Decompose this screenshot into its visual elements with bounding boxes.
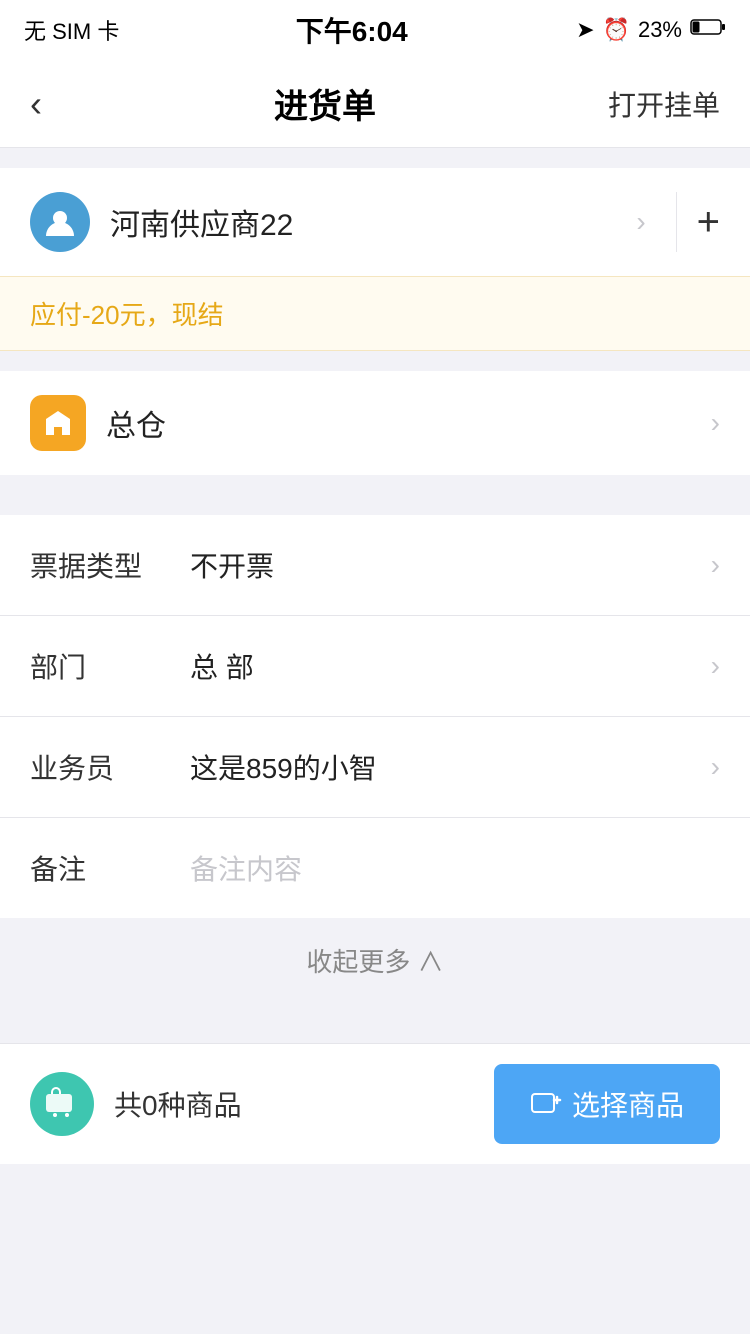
- nav-bar: ‹ 进货单 打开挂单: [0, 60, 750, 148]
- back-icon: ‹: [30, 83, 42, 125]
- select-product-label: 选择商品: [572, 1084, 684, 1124]
- collapse-button[interactable]: 收起更多 ∧: [0, 918, 750, 1003]
- product-count-label: 共0种商品: [114, 1084, 494, 1124]
- department-row[interactable]: 部门 总 部 ›: [0, 616, 750, 717]
- status-bar: 无 SIM 卡 下午6:04 ➤ ⏰ 23%: [0, 0, 750, 60]
- remark-row[interactable]: 备注 备注内容: [0, 818, 750, 918]
- location-icon: ➤: [576, 17, 594, 43]
- salesperson-row[interactable]: 业务员 这是859的小智 ›: [0, 717, 750, 818]
- supplier-name: 河南供应商22: [110, 200, 636, 244]
- status-right: ➤ ⏰ 23%: [576, 17, 726, 43]
- battery-icon: [690, 17, 726, 43]
- remark-input[interactable]: 备注内容: [170, 848, 720, 888]
- supplier-chevron-icon: ›: [636, 206, 645, 238]
- carrier-label: 无 SIM 卡: [24, 14, 119, 46]
- department-value: 总 部: [170, 646, 711, 686]
- section-gap-4: [0, 1003, 750, 1023]
- warehouse-icon: [30, 395, 86, 451]
- supplier-avatar: [30, 192, 90, 252]
- status-left: 无 SIM 卡: [24, 14, 127, 46]
- warehouse-row[interactable]: 总仓 ›: [0, 371, 750, 475]
- section-gap-2: [0, 351, 750, 371]
- salesperson-chevron-icon: ›: [711, 751, 720, 783]
- warehouse-section: 总仓 ›: [0, 371, 750, 475]
- supplier-section: 河南供应商22 › + 应付-20元，现结: [0, 168, 750, 351]
- remark-label: 备注: [30, 848, 170, 888]
- warning-text: 应付-20元，现结: [30, 300, 224, 330]
- form-section: 票据类型 不开票 › 部门 总 部 › 业务员 这是859的小智 › 备注 备注…: [0, 515, 750, 918]
- warning-banner: 应付-20元，现结: [0, 276, 750, 351]
- collapse-label: 收起更多 ∧: [306, 947, 443, 977]
- warehouse-name: 总仓: [106, 401, 711, 445]
- supplier-row[interactable]: 河南供应商22 › +: [0, 168, 750, 276]
- nav-title: 进货单: [274, 79, 376, 128]
- select-product-button[interactable]: 选择商品: [494, 1064, 720, 1144]
- invoice-row[interactable]: 票据类型 不开票 ›: [0, 515, 750, 616]
- salesperson-label: 业务员: [30, 747, 170, 787]
- section-gap-3: [0, 475, 750, 495]
- department-label: 部门: [30, 646, 170, 686]
- battery-label: 23%: [638, 17, 682, 43]
- add-supplier-button[interactable]: +: [676, 192, 720, 252]
- back-button[interactable]: ‹: [30, 83, 42, 125]
- open-pending-button[interactable]: 打开挂单: [608, 84, 720, 124]
- alarm-icon: ⏰: [603, 17, 630, 43]
- status-time: 下午6:04: [296, 10, 408, 50]
- invoice-value: 不开票: [170, 545, 711, 585]
- invoice-chevron-icon: ›: [711, 549, 720, 581]
- section-gap-1: [0, 148, 750, 168]
- department-chevron-icon: ›: [711, 650, 720, 682]
- bottom-bar: 共0种商品 选择商品: [0, 1043, 750, 1164]
- warehouse-chevron-icon: ›: [711, 407, 720, 439]
- salesperson-value: 这是859的小智: [170, 747, 711, 787]
- invoice-label: 票据类型: [30, 545, 170, 585]
- cart-icon: [30, 1072, 94, 1136]
